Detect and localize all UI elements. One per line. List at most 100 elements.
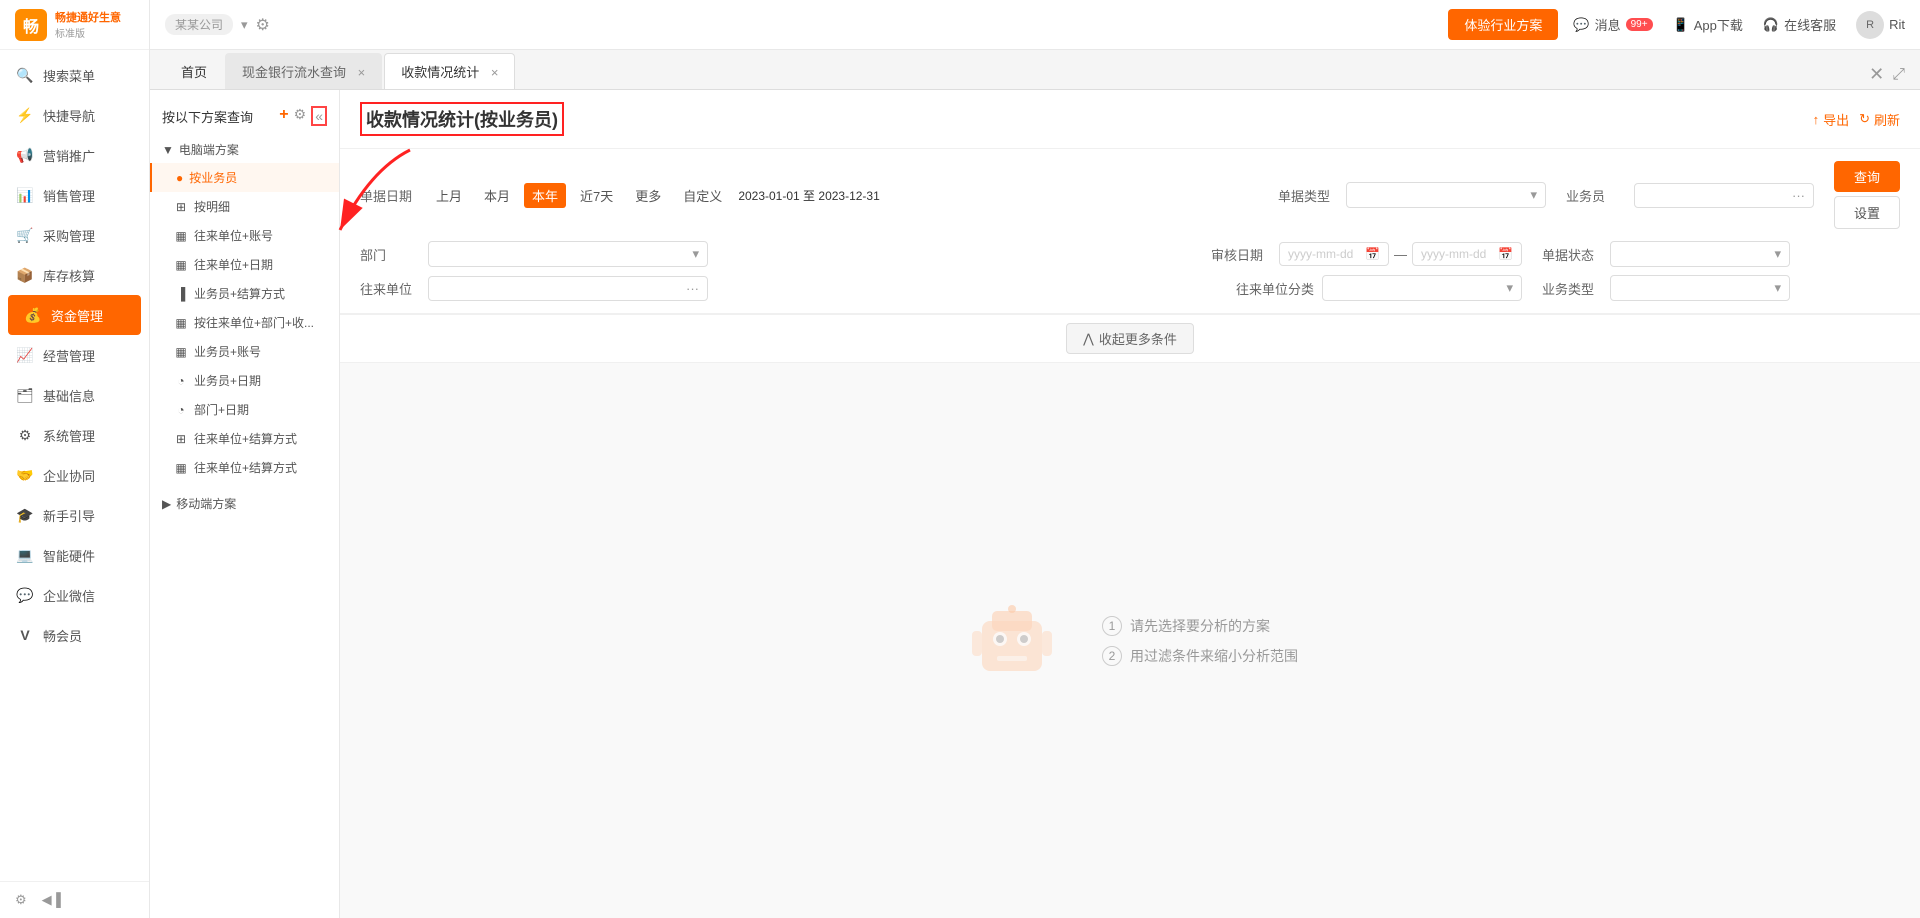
sidebar-item-basic[interactable]: 🗂 基础信息 — [0, 375, 149, 415]
topbar-gear-icon[interactable]: ⚙ — [256, 15, 270, 35]
doc-status-field: 单据状态 ▾ — [1542, 241, 1790, 267]
purchase-icon: 🛒 — [15, 225, 35, 245]
content-area: 按以下方案查询 + ⚙ « ▼ 电脑端方案 ● 按业务员 — [150, 90, 1920, 918]
sidebar-item-operations[interactable]: 📈 经营管理 — [0, 335, 149, 375]
audit-date-field: 审核日期 yyyy-mm-dd 📅 — yyyy-mm-dd 📅 — [1211, 242, 1522, 266]
salesperson-input[interactable]: ··· — [1634, 183, 1814, 208]
scheme-item-unit-account[interactable]: ▦ 往来单位+账号 — [150, 221, 339, 250]
breadcrumb-dropdown-icon[interactable]: ▾ — [241, 17, 248, 33]
audit-date-from[interactable]: yyyy-mm-dd 📅 — [1279, 242, 1389, 266]
scheme-item-salesperson-settle[interactable]: ▐ 业务员+结算方式 — [150, 279, 339, 308]
online-service-btn[interactable]: 🎧 在线客服 — [1763, 15, 1836, 34]
scheme-item-unit-settle1[interactable]: ⊞ 往来单位+结算方式 — [150, 424, 339, 453]
phone-icon: 📱 — [1673, 17, 1689, 33]
collapse-panel-icon[interactable]: « — [311, 106, 327, 126]
finance-icon: 💰 — [23, 305, 43, 325]
breadcrumb: 某某公司 ▾ ⚙ — [165, 14, 1433, 35]
audit-date-picker: yyyy-mm-dd 📅 — yyyy-mm-dd 📅 — [1279, 242, 1522, 266]
scheme-item-unit-settle2[interactable]: ▦ 往来单位+结算方式 — [150, 453, 339, 482]
partner-input[interactable]: ··· — [428, 276, 708, 301]
app-download-btn[interactable]: 📱 App下载 — [1673, 15, 1743, 34]
collapse-up-icon: ⋀ — [1083, 331, 1094, 347]
dept-input[interactable]: ▾ — [428, 241, 708, 267]
hint-num-2: 2 — [1102, 646, 1122, 666]
collapse-button[interactable]: ⋀ 收起更多条件 — [1066, 323, 1194, 354]
date-btn-last-month[interactable]: 上月 — [428, 183, 470, 208]
refresh-button[interactable]: ↻ 刷新 — [1859, 110, 1900, 129]
panel-header: 按以下方案查询 + ⚙ « — [150, 100, 339, 132]
table-icon-2: ▦ — [174, 258, 188, 272]
scheme-item-salesperson-account[interactable]: ▦ 业务员+账号 — [150, 337, 339, 366]
audit-date-to[interactable]: yyyy-mm-dd 📅 — [1412, 242, 1522, 266]
sidebar-item-enterprise[interactable]: 🤝 企业协同 — [0, 455, 149, 495]
topbar: 某某公司 ▾ ⚙ 体验行业方案 💬 消息 99+ 📱 App下载 🎧 在线客服 … — [150, 0, 1920, 50]
sidebar-item-guide[interactable]: 🎓 新手引导 — [0, 495, 149, 535]
date-btn-more[interactable]: 更多 — [627, 183, 669, 208]
sidebar-item-sales[interactable]: 📊 销售管理 — [0, 175, 149, 215]
clock-icon-2: ◔ — [174, 403, 188, 417]
tab-close-all-icon[interactable]: ✕ — [1869, 64, 1884, 85]
trial-button[interactable]: 体验行业方案 — [1448, 9, 1558, 40]
business-type-input[interactable]: ▾ — [1610, 275, 1790, 301]
tab-collection[interactable]: 收款情况统计 × — [384, 53, 515, 89]
sidebar-item-marketing[interactable]: 📢 营销推广 — [0, 135, 149, 175]
scheme-item-by-salesperson[interactable]: ● 按业务员 — [150, 163, 339, 192]
messages-btn[interactable]: 💬 消息 99+ — [1573, 15, 1652, 34]
collapse-bar: ⋀ 收起更多条件 — [340, 314, 1920, 363]
settings-scheme-icon[interactable]: ⚙ — [294, 106, 307, 126]
main-content: 某某公司 ▾ ⚙ 体验行业方案 💬 消息 99+ 📱 App下载 🎧 在线客服 … — [150, 0, 1920, 918]
date-btn-this-month[interactable]: 本月 — [476, 183, 518, 208]
search-icon: 🔍 — [15, 65, 35, 85]
date-btn-7days[interactable]: 近7天 — [572, 183, 621, 208]
partner-category-input[interactable]: ▾ — [1322, 275, 1522, 301]
sidebar-item-quicknav[interactable]: ⚡ 快捷导航 — [0, 95, 149, 135]
sidebar-item-hardware[interactable]: 💻 智能硬件 — [0, 535, 149, 575]
sidebar-item-wechat[interactable]: 💬 企业微信 — [0, 575, 149, 615]
desktop-group-title[interactable]: ▼ 电脑端方案 — [150, 136, 339, 163]
scheme-item-by-detail[interactable]: ⊞ 按明细 — [150, 192, 339, 221]
results-area: 1 请先选择要分析的方案 2 用过滤条件来缩小分析范围 — [340, 363, 1920, 918]
footer-settings-icon[interactable]: ⚙ — [15, 892, 27, 908]
settings-button[interactable]: 设置 — [1834, 196, 1900, 229]
sidebar-item-member[interactable]: V 畅会员 — [0, 615, 149, 655]
headset-icon: 🎧 — [1763, 17, 1779, 33]
user-avatar[interactable]: R Rit — [1856, 11, 1905, 39]
sidebar-item-purchase[interactable]: 🛒 采购管理 — [0, 215, 149, 255]
export-button[interactable]: ↑ 导出 — [1813, 110, 1850, 129]
tab-bank[interactable]: 现金银行流水查询 × — [225, 53, 382, 89]
doc-status-input[interactable]: ▾ — [1610, 241, 1790, 267]
salesperson-more-icon: ··· — [1792, 188, 1805, 203]
tab-bar: 首页 现金银行流水查询 × 收款情况统计 × ✕ ⤢ — [150, 50, 1920, 90]
scheme-item-dept-date[interactable]: ◔ 部门+日期 — [150, 395, 339, 424]
member-icon: V — [15, 625, 35, 645]
mobile-group-expand-arrow: ▶ — [162, 497, 171, 511]
bar-icon: ▐ — [174, 287, 188, 301]
footer-collapse-icon[interactable]: ◀▐ — [42, 892, 61, 908]
tab-home[interactable]: 首页 — [165, 54, 223, 89]
tab-bank-close-icon[interactable]: × — [358, 65, 366, 80]
sidebar-item-search[interactable]: 🔍 搜索菜单 — [0, 55, 149, 95]
partner-category-field: 往来单位分类 ▾ — [1236, 275, 1522, 301]
scheme-item-unit-dept-collect[interactable]: ▦ 按往来单位+部门+收... — [150, 308, 339, 337]
wechat-icon: 💬 — [15, 585, 35, 605]
scheme-item-unit-date[interactable]: ▦ 往来单位+日期 — [150, 250, 339, 279]
date-btn-this-year[interactable]: 本年 — [524, 183, 566, 208]
inventory-icon: 📦 — [15, 265, 35, 285]
sidebar-item-inventory[interactable]: 📦 库存核算 — [0, 255, 149, 295]
query-button[interactable]: 查询 — [1834, 161, 1900, 192]
mobile-group-title[interactable]: ▶ 移动端方案 — [150, 490, 339, 517]
scheme-item-salesperson-date[interactable]: ◔ 业务员+日期 — [150, 366, 339, 395]
salesperson-field: 业务员 ··· — [1566, 183, 1814, 208]
tab-collection-close-icon[interactable]: × — [491, 65, 499, 80]
calendar-icon-1: 📅 — [1365, 247, 1380, 261]
calendar-icon-2: 📅 — [1498, 247, 1513, 261]
add-scheme-icon[interactable]: + — [279, 106, 288, 126]
sidebar-item-system[interactable]: ⚙ 系统管理 — [0, 415, 149, 455]
doc-type-input[interactable]: ▾ — [1346, 182, 1546, 208]
sidebar-item-finance[interactable]: 💰 资金管理 — [8, 295, 141, 335]
message-icon: 💬 — [1573, 17, 1589, 33]
tab-expand-icon[interactable]: ⤢ — [1892, 66, 1905, 84]
doc-type-dropdown-icon: ▾ — [1530, 187, 1537, 203]
detail-icon: ⊞ — [174, 200, 188, 214]
date-btn-custom[interactable]: 自定义 — [675, 183, 730, 208]
